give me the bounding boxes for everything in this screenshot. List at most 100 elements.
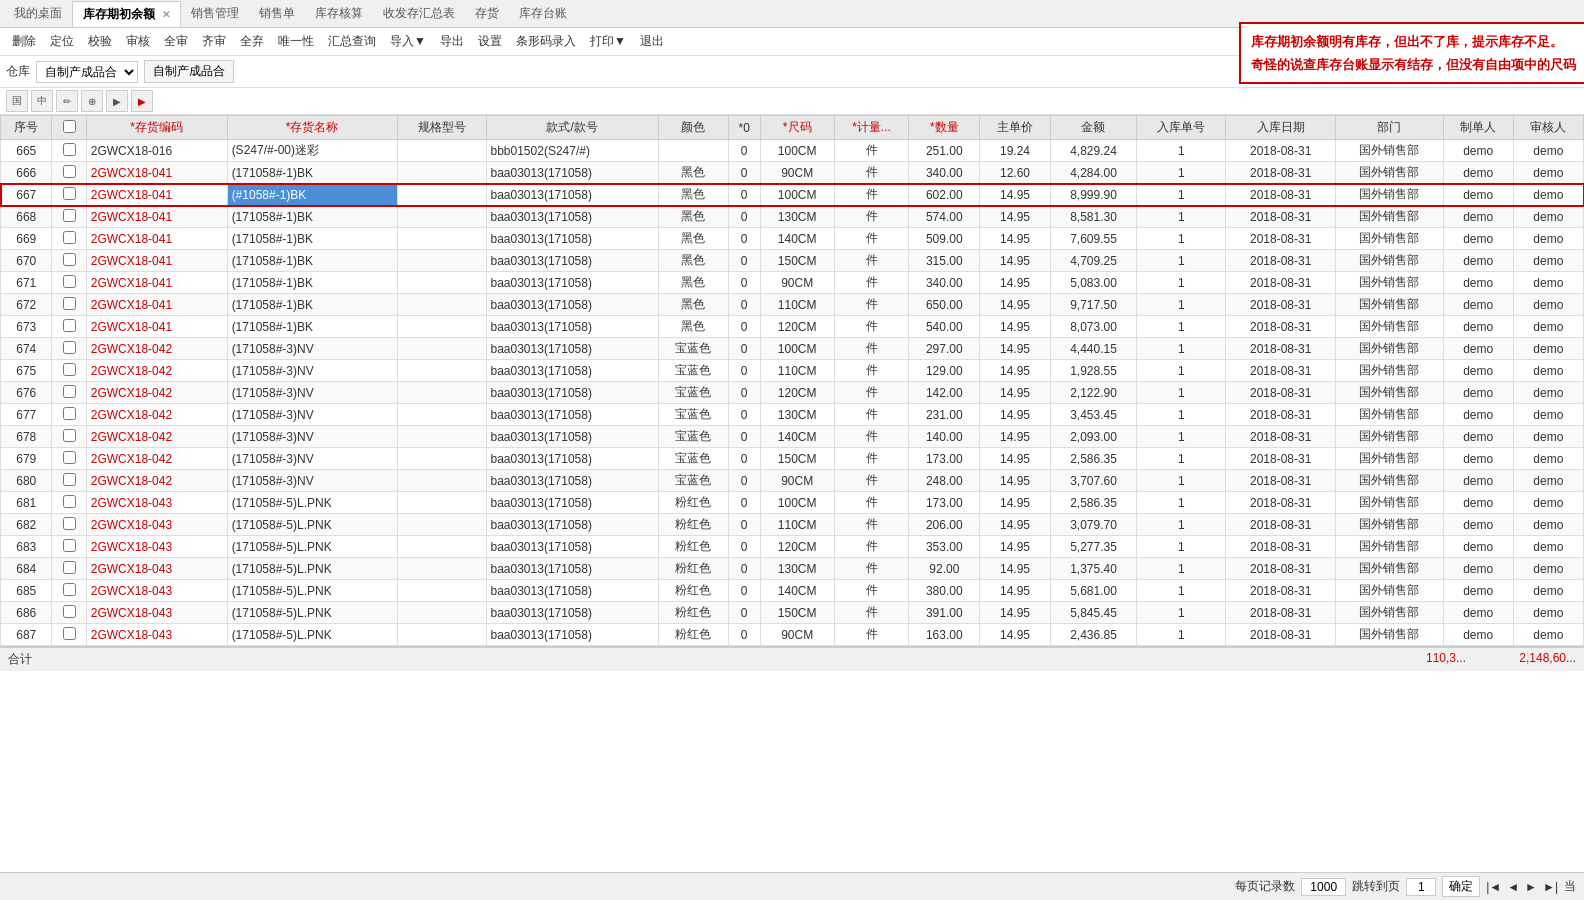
cell-auditor[interactable]: demo — [1513, 624, 1583, 646]
cell-inno[interactable]: 1 — [1137, 184, 1226, 206]
cell-size[interactable]: 90CM — [760, 162, 834, 184]
cell-qty[interactable]: 173.00 — [909, 492, 980, 514]
cell-maker[interactable]: demo — [1443, 184, 1513, 206]
cell-inno[interactable]: 1 — [1137, 206, 1226, 228]
cell-name[interactable]: (171058#-3)NV — [227, 382, 397, 404]
cell-maker[interactable]: demo — [1443, 228, 1513, 250]
icon-btn-5[interactable]: ▶ — [106, 90, 128, 112]
cell-dept[interactable]: 国外销售部 — [1336, 162, 1444, 184]
table-row[interactable]: 671 2GWCX18-041 (171058#-1)BK baa03013(1… — [1, 272, 1584, 294]
col-code[interactable]: *存货编码 — [86, 116, 227, 140]
cell-color[interactable]: 黑色 — [658, 162, 728, 184]
cell-check[interactable] — [52, 294, 86, 316]
cell-inno[interactable]: 1 — [1137, 580, 1226, 602]
cell-amount[interactable]: 2,093.00 — [1050, 426, 1137, 448]
cell-spec[interactable] — [397, 404, 486, 426]
icon-btn-1[interactable]: 国 — [6, 90, 28, 112]
table-row[interactable]: 667 2GWCX18-041 (#1058#-1)BK baa03013(17… — [1, 184, 1584, 206]
cell-check[interactable] — [52, 228, 86, 250]
cell-check[interactable] — [52, 448, 86, 470]
cell-amount[interactable]: 9,717.50 — [1050, 294, 1137, 316]
cell-inno[interactable]: 1 — [1137, 536, 1226, 558]
warehouse-select[interactable]: 自制产成品合 — [36, 61, 138, 83]
cell-qty[interactable]: 142.00 — [909, 382, 980, 404]
cell-inno[interactable]: 1 — [1137, 492, 1226, 514]
cell-inno[interactable]: 1 — [1137, 140, 1226, 162]
cell-code[interactable]: 2GWCX18-043 — [86, 514, 227, 536]
cell-qty[interactable]: 380.00 — [909, 580, 980, 602]
cell-price[interactable]: 14.95 — [980, 426, 1050, 448]
cell-unit[interactable]: 件 — [834, 272, 908, 294]
cell-unit[interactable]: 件 — [834, 140, 908, 162]
delete-button[interactable]: 删除 — [6, 31, 42, 52]
cell-price[interactable]: 14.95 — [980, 272, 1050, 294]
table-row[interactable]: 670 2GWCX18-041 (171058#-1)BK baa03013(1… — [1, 250, 1584, 272]
cell-unit[interactable]: 件 — [834, 448, 908, 470]
cell-qty[interactable]: 602.00 — [909, 184, 980, 206]
table-row[interactable]: 683 2GWCX18-043 (171058#-5)L.PNK baa0301… — [1, 536, 1584, 558]
cell-spec[interactable] — [397, 558, 486, 580]
cell-maker[interactable]: demo — [1443, 580, 1513, 602]
cell-name[interactable]: (171058#-1)BK — [227, 294, 397, 316]
cell-spec[interactable] — [397, 360, 486, 382]
cell-dept[interactable]: 国外销售部 — [1336, 470, 1444, 492]
table-row[interactable]: 679 2GWCX18-042 (171058#-3)NV baa03013(1… — [1, 448, 1584, 470]
cell-dept[interactable]: 国外销售部 — [1336, 272, 1444, 294]
cell-star[interactable]: 0 — [728, 404, 760, 426]
cell-style[interactable]: baa03013(171058) — [486, 184, 658, 206]
import-button[interactable]: 导入▼ — [384, 31, 432, 52]
cell-unit[interactable]: 件 — [834, 602, 908, 624]
cell-check[interactable] — [52, 184, 86, 206]
cell-color[interactable]: 宝蓝色 — [658, 404, 728, 426]
barcode-button[interactable]: 条形码录入 — [510, 31, 582, 52]
cell-inno[interactable]: 1 — [1137, 404, 1226, 426]
cell-auditor[interactable]: demo — [1513, 580, 1583, 602]
cell-code[interactable]: 2GWCX18-043 — [86, 580, 227, 602]
cell-qty[interactable]: 129.00 — [909, 360, 980, 382]
cell-check[interactable] — [52, 404, 86, 426]
cell-inno[interactable]: 1 — [1137, 602, 1226, 624]
cell-size[interactable]: 140CM — [760, 426, 834, 448]
cell-style[interactable]: baa03013(171058) — [486, 338, 658, 360]
cell-check[interactable] — [52, 382, 86, 404]
cell-price[interactable]: 14.95 — [980, 624, 1050, 646]
table-row[interactable]: 673 2GWCX18-041 (171058#-1)BK baa03013(1… — [1, 316, 1584, 338]
cell-maker[interactable]: demo — [1443, 470, 1513, 492]
table-row[interactable]: 686 2GWCX18-043 (171058#-5)L.PNK baa0301… — [1, 602, 1584, 624]
cell-dept[interactable]: 国外销售部 — [1336, 140, 1444, 162]
cell-size[interactable]: 130CM — [760, 404, 834, 426]
cell-star[interactable]: 0 — [728, 272, 760, 294]
cell-auditor[interactable]: demo — [1513, 470, 1583, 492]
cell-size[interactable]: 120CM — [760, 382, 834, 404]
cell-price[interactable]: 14.95 — [980, 514, 1050, 536]
cell-spec[interactable] — [397, 470, 486, 492]
cell-star[interactable]: 0 — [728, 514, 760, 536]
cell-style[interactable]: baa03013(171058) — [486, 558, 658, 580]
cell-check[interactable] — [52, 514, 86, 536]
cell-indate[interactable]: 2018-08-31 — [1226, 602, 1336, 624]
cell-amount[interactable]: 4,709.25 — [1050, 250, 1137, 272]
cell-check[interactable] — [52, 602, 86, 624]
cell-inno[interactable]: 1 — [1137, 272, 1226, 294]
export-button[interactable]: 导出 — [434, 31, 470, 52]
cell-price[interactable]: 14.95 — [980, 250, 1050, 272]
cell-check[interactable] — [52, 250, 86, 272]
cell-inno[interactable]: 1 — [1137, 448, 1226, 470]
cell-auditor[interactable]: demo — [1513, 492, 1583, 514]
cell-indate[interactable]: 2018-08-31 — [1226, 470, 1336, 492]
cell-unit[interactable]: 件 — [834, 294, 908, 316]
cell-size[interactable]: 150CM — [760, 448, 834, 470]
cell-unit[interactable]: 件 — [834, 250, 908, 272]
cell-style[interactable]: bbb01502(S247/#) — [486, 140, 658, 162]
cell-spec[interactable] — [397, 338, 486, 360]
cell-code[interactable]: 2GWCX18-042 — [86, 382, 227, 404]
cell-size[interactable]: 100CM — [760, 140, 834, 162]
cell-dept[interactable]: 国外销售部 — [1336, 316, 1444, 338]
cell-maker[interactable]: demo — [1443, 492, 1513, 514]
cell-amount[interactable]: 1,375.40 — [1050, 558, 1137, 580]
cell-price[interactable]: 14.95 — [980, 448, 1050, 470]
cell-price[interactable]: 14.95 — [980, 470, 1050, 492]
cell-unit[interactable]: 件 — [834, 580, 908, 602]
cell-indate[interactable]: 2018-08-31 — [1226, 360, 1336, 382]
cell-style[interactable]: baa03013(171058) — [486, 470, 658, 492]
